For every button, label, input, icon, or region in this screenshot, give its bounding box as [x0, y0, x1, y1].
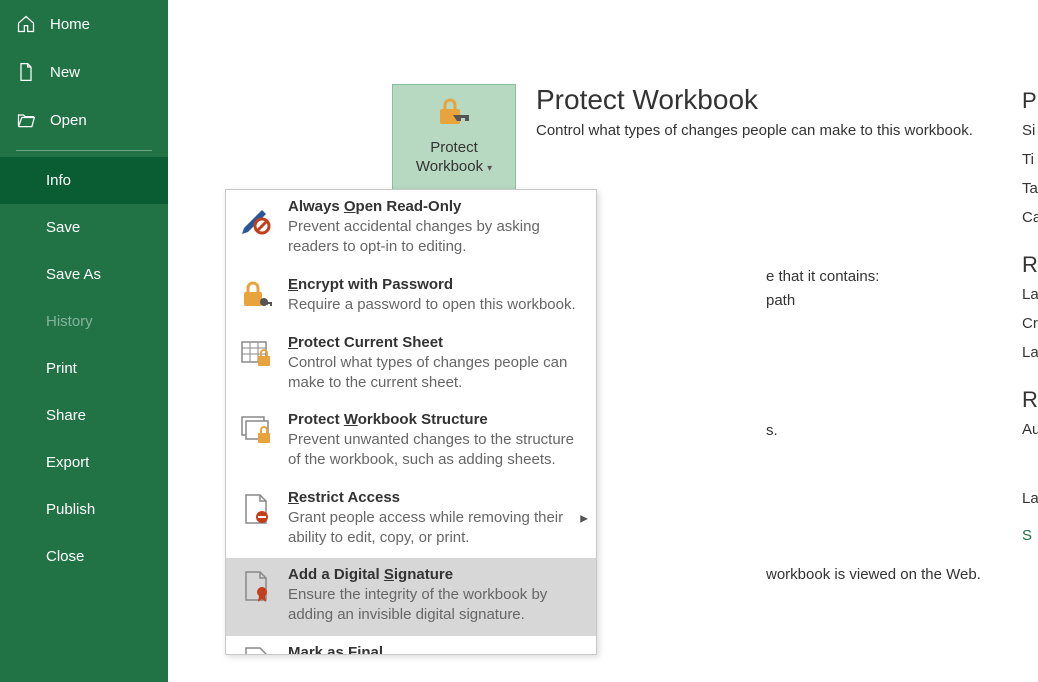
- sidebar-item-publish[interactable]: Publish: [0, 486, 168, 533]
- sheet-lock-icon: [236, 334, 276, 374]
- sidebar-item-save[interactable]: Save: [0, 204, 168, 251]
- workbook-lock-icon: [236, 411, 276, 451]
- sidebar-divider: [16, 150, 152, 151]
- menu-item-add-digital-signature[interactable]: Add a Digital Signature Ensure the integ…: [226, 558, 596, 636]
- protect-workbook-menu: Always Open Read-Only Prevent accidental…: [225, 189, 597, 655]
- backstage-sidebar: Home New Open Info Save Save As History …: [0, 0, 168, 682]
- sidebar-label: Home: [50, 16, 90, 33]
- button-label-line2: Workbook: [416, 158, 483, 175]
- section-title: Protect Workbook: [536, 84, 973, 116]
- sidebar-item-print[interactable]: Print: [0, 345, 168, 392]
- sidebar-item-export[interactable]: Export: [0, 439, 168, 486]
- background-text: s.: [766, 422, 778, 439]
- folder-open-icon: [16, 110, 36, 130]
- background-text: workbook is viewed on the Web.: [766, 566, 981, 583]
- sidebar-label: Open: [50, 112, 87, 129]
- protect-workbook-button[interactable]: Protect Workbook ▾: [392, 84, 516, 190]
- home-icon: [16, 14, 36, 34]
- sidebar-item-share[interactable]: Share: [0, 392, 168, 439]
- lock-key-icon: [236, 276, 276, 316]
- menu-item-restrict-access[interactable]: Restrict Access Grant people access whil…: [226, 481, 596, 559]
- show-all-link[interactable]: S: [1022, 521, 1038, 550]
- sidebar-item-history: History: [0, 298, 168, 345]
- related-dates-heading: R: [1022, 250, 1038, 280]
- background-text: e that it contains:: [766, 268, 879, 285]
- property-label: Ti: [1022, 145, 1038, 174]
- menu-item-protect-workbook-structure[interactable]: Protect Workbook Structure Prevent unwan…: [226, 403, 596, 481]
- page-final-icon: [236, 644, 276, 654]
- sidebar-item-open[interactable]: Open: [0, 96, 168, 144]
- sidebar-item-close[interactable]: Close: [0, 533, 168, 580]
- related-people-heading: R: [1022, 385, 1038, 415]
- menu-item-protect-current-sheet[interactable]: Protect Current Sheet Control what types…: [226, 326, 596, 404]
- pencil-no-icon: [236, 198, 276, 238]
- property-label: Ca: [1022, 203, 1038, 232]
- sidebar-label: New: [50, 64, 80, 81]
- menu-item-always-open-read-only[interactable]: Always Open Read-Only Prevent accidental…: [226, 190, 596, 268]
- property-label: La: [1022, 484, 1038, 513]
- sidebar-item-new[interactable]: New: [0, 48, 168, 96]
- property-label: Au: [1022, 415, 1038, 444]
- menu-item-encrypt-with-password[interactable]: Encrypt with Password Require a password…: [226, 268, 596, 326]
- property-label: Si: [1022, 116, 1038, 145]
- properties-heading: P: [1022, 86, 1038, 116]
- chevron-down-icon: ▾: [487, 163, 492, 174]
- background-text: path: [766, 292, 795, 309]
- document-icon: [16, 62, 36, 82]
- section-description: Control what types of changes people can…: [536, 122, 973, 139]
- property-label: La: [1022, 338, 1038, 367]
- sidebar-item-home[interactable]: Home: [0, 0, 168, 48]
- property-label: Cr: [1022, 309, 1038, 338]
- page-ribbon-icon: [236, 566, 276, 606]
- page-restrict-icon: [236, 489, 276, 529]
- sidebar-item-info[interactable]: Info: [0, 157, 168, 204]
- menu-item-mark-as-final[interactable]: Mark as Final: [226, 636, 596, 654]
- sidebar-item-save-as[interactable]: Save As: [0, 251, 168, 298]
- lock-key-icon: [435, 97, 473, 133]
- submenu-arrow-icon: ▶: [580, 514, 588, 525]
- property-label: Ta: [1022, 174, 1038, 203]
- property-label: La: [1022, 280, 1038, 309]
- button-label-line1: Protect: [430, 139, 478, 156]
